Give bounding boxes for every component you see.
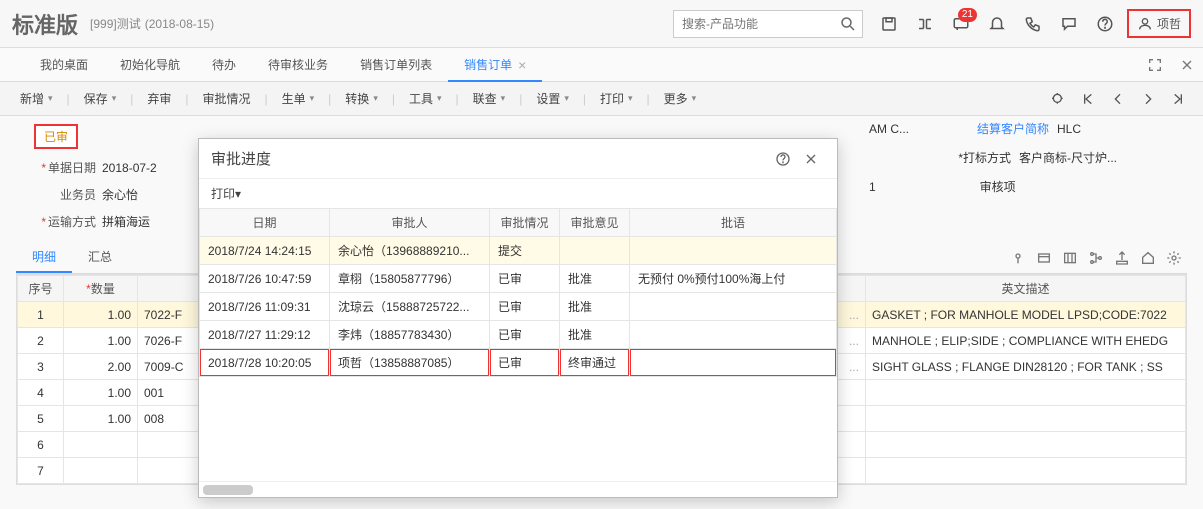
toolbar-审批情况[interactable]: 审批情况 <box>194 86 258 111</box>
export-icon[interactable] <box>1109 242 1135 273</box>
tree-icon[interactable] <box>1083 242 1109 273</box>
mcol-status[interactable]: 审批情况 <box>490 209 560 237</box>
first-record-icon[interactable] <box>1075 86 1101 112</box>
toolbar-保存[interactable]: 保存▾ <box>76 86 125 111</box>
salesman-value: 余心怡 <box>102 186 138 203</box>
field-amc: AM C... <box>869 122 909 136</box>
col-code[interactable] <box>138 276 202 302</box>
toolbar-设置[interactable]: 设置▾ <box>528 86 577 111</box>
user-name: 项哲 <box>1157 15 1181 32</box>
message-icon[interactable]: 21 <box>943 6 979 42</box>
tab-2[interactable]: 待办 <box>196 48 252 81</box>
settle-customer-label: 结算客户简称 <box>977 122 1049 136</box>
toolbar-联查[interactable]: 联查▾ <box>465 86 514 111</box>
global-search[interactable] <box>673 10 863 38</box>
locate-icon[interactable] <box>1045 86 1071 112</box>
fullscreen-icon[interactable] <box>1139 48 1171 81</box>
toolbar-生单[interactable]: 生单▾ <box>274 86 323 111</box>
app-header: 标准版 [999]测试 (2018-08-15) 21 项哲 <box>0 0 1203 48</box>
approval-row[interactable]: 2018/7/24 14:24:15余心怡（13968889210...提交 <box>200 237 837 265</box>
toolbar-弃审[interactable]: 弃审 <box>139 86 179 111</box>
message-badge: 21 <box>958 8 977 22</box>
mcol-approver[interactable]: 审批人 <box>330 209 490 237</box>
settle-customer-value: HLC <box>1057 122 1081 136</box>
tab-0[interactable]: 我的桌面 <box>24 48 104 81</box>
mark-method-value: 客户商标-尺寸炉... <box>1019 149 1117 166</box>
pin-icon[interactable] <box>1005 242 1031 273</box>
approval-row[interactable]: 2018/7/28 10:20:05项哲（13858887085）已审终审通过 <box>200 349 837 377</box>
user-chip[interactable]: 项哲 <box>1127 9 1191 38</box>
save-icon[interactable] <box>871 6 907 42</box>
toolbar-更多[interactable]: 更多▾ <box>656 86 705 111</box>
chat-icon[interactable] <box>1051 6 1087 42</box>
modal-title: 审批进度 <box>211 148 271 169</box>
audit-item-label: 审核项 <box>980 180 1016 194</box>
bell-icon[interactable] <box>979 6 1015 42</box>
approval-row[interactable]: 2018/7/27 11:29:12李炜（18857783430）已审批准 <box>200 321 837 349</box>
salesman-label: 业务员 <box>60 188 96 202</box>
tab-1[interactable]: 初始化导航 <box>104 48 196 81</box>
search-icon[interactable] <box>839 15 857 36</box>
gear-icon[interactable] <box>1161 242 1187 273</box>
toolbar-打印[interactable]: 打印▾ <box>592 86 641 111</box>
tab-5[interactable]: 销售订单× <box>448 48 542 81</box>
phone-icon[interactable] <box>1015 6 1051 42</box>
home-icon[interactable] <box>1135 242 1161 273</box>
help-icon[interactable] <box>1087 6 1123 42</box>
last-record-icon[interactable] <box>1165 86 1191 112</box>
user-icon <box>1137 16 1153 32</box>
tab-bar: 我的桌面初始化导航待办待审核业务销售订单列表销售订单× <box>0 48 1203 82</box>
modal-h-scrollbar[interactable] <box>199 481 837 497</box>
approval-progress-modal: 审批进度 打印▾ 日期 审批人 审批情况 审批意见 批语 2018/7/24 1… <box>198 138 838 498</box>
right-form-panel: AM C... 结算客户简称HLC *打标方式客户商标-尺寸炉... 1审核项 <box>861 120 1191 207</box>
header-date: (2018-08-15) <box>145 17 214 31</box>
ship-label: 运输方式 <box>48 215 96 229</box>
approval-row[interactable]: 2018/7/26 10:47:59章栩（15805877796）已审批准无预付… <box>200 265 837 293</box>
tab-close-icon[interactable]: × <box>518 57 526 73</box>
ship-value: 拼箱海运 <box>102 213 150 230</box>
modal-print-button[interactable]: 打印▾ <box>211 185 241 202</box>
toolbar-新增[interactable]: 新增▾ <box>12 86 61 111</box>
card-icon[interactable] <box>1031 242 1057 273</box>
app-logo: 标准版 <box>12 8 78 40</box>
mcol-opinion[interactable]: 审批意见 <box>560 209 630 237</box>
col-qty[interactable]: *数量 <box>64 276 138 302</box>
prev-record-icon[interactable] <box>1105 86 1131 112</box>
tab-3[interactable]: 待审核业务 <box>252 48 344 81</box>
subtab-1[interactable]: 汇总 <box>72 242 128 273</box>
tenant-label: [999]测试 <box>90 15 141 32</box>
status-chip: 已审 <box>34 124 78 149</box>
col-seq[interactable]: 序号 <box>18 276 64 302</box>
next-record-icon[interactable] <box>1135 86 1161 112</box>
bill-date-label: 单据日期 <box>48 161 96 175</box>
subtab-0[interactable]: 明细 <box>16 242 72 273</box>
flow-icon[interactable] <box>907 6 943 42</box>
mark-method-label: 打标方式 <box>963 151 1011 165</box>
bill-date-value: 2018-07-2 <box>102 161 157 175</box>
tab-4[interactable]: 销售订单列表 <box>344 48 448 81</box>
mcol-comment[interactable]: 批语 <box>630 209 837 237</box>
action-toolbar: 新增▾|保存▾|弃审|审批情况|生单▾|转换▾|工具▾|联查▾|设置▾|打印▾|… <box>0 82 1203 116</box>
approval-row[interactable]: 2018/7/26 11:09:31沈琼云（15888725722...已审批准 <box>200 293 837 321</box>
extra-1: 1 <box>869 180 876 194</box>
modal-help-icon[interactable] <box>769 145 797 173</box>
close-all-icon[interactable] <box>1171 48 1203 81</box>
toolbar-工具[interactable]: 工具▾ <box>401 86 450 111</box>
modal-close-icon[interactable] <box>797 145 825 173</box>
columns-icon[interactable] <box>1057 242 1083 273</box>
search-input[interactable] <box>673 10 863 38</box>
toolbar-转换[interactable]: 转换▾ <box>337 86 386 111</box>
mcol-date[interactable]: 日期 <box>200 209 330 237</box>
col-desc-en[interactable]: 英文描述 <box>866 276 1186 302</box>
